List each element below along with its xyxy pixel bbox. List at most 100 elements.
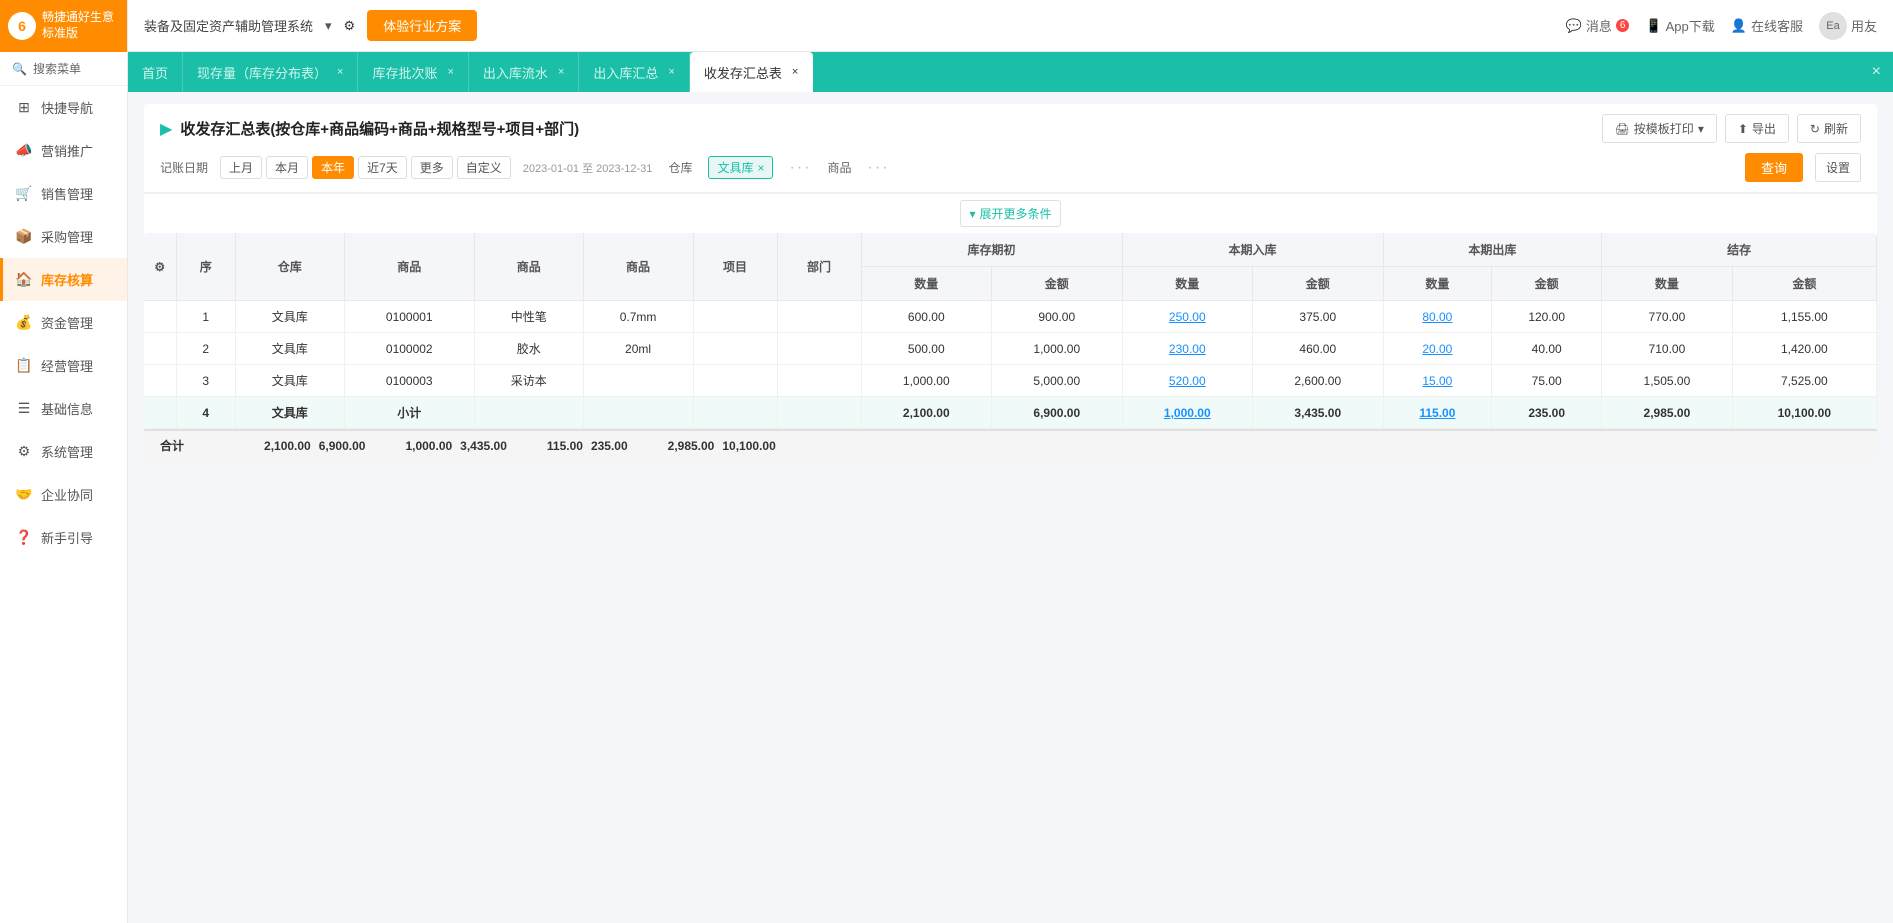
date-btn-more[interactable]: 更多: [411, 156, 453, 179]
row3-out-qty[interactable]: 15.00: [1383, 365, 1492, 397]
row1-in-qty[interactable]: 250.00: [1122, 301, 1253, 333]
row3-in-qty-link[interactable]: 520.00: [1169, 374, 1206, 388]
sidebar-item-marketing[interactable]: 📣 营销推广: [0, 129, 127, 172]
col-product-code: 商品: [344, 233, 475, 301]
sidebar-item-operations[interactable]: 📋 经营管理: [0, 344, 127, 387]
product-dots[interactable]: ···: [867, 159, 889, 177]
expand-conditions-btn[interactable]: ▾ 展开更多条件: [960, 200, 1060, 227]
search-menu[interactable]: 🔍 搜索菜单: [0, 52, 127, 86]
tab-inventory-dist[interactable]: 现存量（库存分布表） ×: [183, 52, 358, 92]
row2-in-qty[interactable]: 230.00: [1122, 333, 1253, 365]
row3-warehouse: 文具库: [235, 365, 344, 397]
print-btn[interactable]: 🖨 按模板打印 ▾: [1602, 114, 1717, 143]
sub-in-qty-link[interactable]: 1,000.00: [1164, 406, 1211, 420]
system-dropdown[interactable]: ▾: [325, 18, 332, 34]
sidebar-item-quick-nav[interactable]: ⊞ 快捷导航: [0, 86, 127, 129]
sidebar-item-basic[interactable]: ☰ 基础信息: [0, 387, 127, 430]
date-btn-cur-year[interactable]: 本年: [312, 156, 354, 179]
sidebar-item-enterprise[interactable]: 🤝 企业协同: [0, 473, 127, 516]
sub-in-qty[interactable]: 1,000.00: [1122, 397, 1253, 429]
sub-label: 小计: [344, 397, 475, 429]
row1-settings: [144, 301, 176, 333]
col-out-qty: 数量: [1383, 267, 1492, 301]
topbar: 装备及固定资产辅助管理系统 ▾ ⚙ 体验行业方案 💬 消息 6 📱 App下载 …: [128, 0, 1893, 52]
row2-in-amt: 460.00: [1253, 333, 1384, 365]
col-no: 序: [176, 233, 235, 301]
refresh-btn[interactable]: ↻ 刷新: [1797, 114, 1861, 143]
operations-icon: 📋: [15, 357, 33, 374]
tab-batch-ledger[interactable]: 库存批次账 ×: [358, 52, 468, 92]
row3-out-qty-link[interactable]: 15.00: [1422, 374, 1452, 388]
col-group-balance: 结存: [1602, 233, 1877, 267]
sub-empty1: [475, 397, 584, 429]
search-menu-label: 搜索菜单: [33, 60, 81, 77]
message-btn[interactable]: 💬 消息 6: [1566, 16, 1630, 35]
sales-icon: 🛒: [15, 185, 33, 202]
col-group-in: 本期入库: [1122, 233, 1383, 267]
row2-out-amt: 40.00: [1492, 333, 1602, 365]
row1-no: 1: [176, 301, 235, 333]
basic-icon: ☰: [15, 400, 33, 417]
table-row: 3 文具库 0100003 采访本 1,000.00 5,000.00 520.…: [144, 365, 1877, 397]
col-in-amt: 金额: [1253, 267, 1384, 301]
warehouse-dots[interactable]: ···: [789, 159, 811, 177]
trial-btn[interactable]: 体验行业方案: [367, 10, 477, 41]
query-button[interactable]: 查询: [1745, 153, 1803, 182]
row3-settings: [144, 365, 176, 397]
tab-receive-send-summary[interactable]: 收发存汇总表 ×: [690, 52, 813, 92]
date-btn-7days[interactable]: 近7天: [358, 156, 407, 179]
tab-in-out-summary[interactable]: 出入库汇总 ×: [579, 52, 689, 92]
tab-in-out-summary-close[interactable]: ×: [668, 66, 674, 78]
row1-in-qty-link[interactable]: 250.00: [1169, 310, 1206, 324]
tab-receive-send-close[interactable]: ×: [792, 66, 798, 78]
date-btn-custom[interactable]: 自定义: [457, 156, 511, 179]
total-open-qty: 2,100.00: [264, 439, 311, 453]
row2-out-qty[interactable]: 20.00: [1383, 333, 1492, 365]
close-all-tabs[interactable]: ×: [1872, 63, 1893, 81]
sidebar-item-guide[interactable]: ❓ 新手引导: [0, 516, 127, 559]
export-btn[interactable]: ⬆ 导出: [1725, 114, 1789, 143]
tab-home[interactable]: 首页: [128, 52, 183, 92]
col-settings[interactable]: ⚙: [144, 233, 176, 301]
sidebar-item-system[interactable]: ⚙ 系统管理: [0, 430, 127, 473]
collapse-btn[interactable]: ▶: [160, 119, 172, 139]
total-bal-qty: 2,985.00: [668, 439, 715, 453]
row2-open-qty: 500.00: [861, 333, 992, 365]
row1-spec: 0.7mm: [583, 301, 693, 333]
tab-in-out-flow[interactable]: 出入库流水 ×: [469, 52, 579, 92]
print-label: 按模板打印: [1634, 120, 1694, 137]
online-service-btn[interactable]: 👤 在线客服: [1731, 16, 1803, 35]
sub-open-amt: 6,900.00: [992, 397, 1123, 429]
row3-out-amt: 75.00: [1492, 365, 1602, 397]
date-btn-cur-month[interactable]: 本月: [266, 156, 308, 179]
warehouse-tag-close[interactable]: ×: [757, 161, 764, 175]
user-avatar[interactable]: Ea 用友: [1819, 12, 1877, 40]
inventory-icon: 🏠: [15, 271, 33, 288]
settings-button[interactable]: 设置: [1815, 153, 1861, 182]
row2-open-amt: 1,000.00: [992, 333, 1123, 365]
tab-batch-ledger-close[interactable]: ×: [447, 66, 453, 78]
tab-in-out-flow-close[interactable]: ×: [558, 66, 564, 78]
row1-out-qty-link[interactable]: 80.00: [1422, 310, 1452, 324]
sidebar-item-purchase[interactable]: 📦 采购管理: [0, 215, 127, 258]
row3-in-qty[interactable]: 520.00: [1122, 365, 1253, 397]
row2-out-qty-link[interactable]: 20.00: [1422, 342, 1452, 356]
sidebar-item-sales-label: 销售管理: [41, 184, 93, 203]
sub-out-qty-link[interactable]: 115.00: [1419, 406, 1455, 420]
row2-name: 胶水: [475, 333, 584, 365]
row2-no: 2: [176, 333, 235, 365]
data-table-wrapper: ⚙ 序 仓库 商品 商品 商品 项目 部门 库存期初 本期入库 本期出库 结存: [144, 233, 1877, 429]
row1-name: 中性笔: [475, 301, 584, 333]
tab-inventory-dist-close[interactable]: ×: [337, 66, 343, 78]
date-btn-prev-month[interactable]: 上月: [220, 156, 262, 179]
app-download-btn[interactable]: 📱 App下载: [1645, 16, 1714, 35]
logo-icon: 6: [8, 12, 36, 40]
sidebar-item-sales[interactable]: 🛒 销售管理: [0, 172, 127, 215]
sidebar-item-finance[interactable]: 💰 资金管理: [0, 301, 127, 344]
sidebar-item-inventory[interactable]: 🏠 库存核算: [0, 258, 127, 301]
row1-out-qty[interactable]: 80.00: [1383, 301, 1492, 333]
settings-icon[interactable]: ⚙: [344, 18, 356, 34]
sub-out-qty[interactable]: 115.00: [1383, 397, 1492, 429]
data-table: ⚙ 序 仓库 商品 商品 商品 项目 部门 库存期初 本期入库 本期出库 结存: [144, 233, 1877, 429]
row2-in-qty-link[interactable]: 230.00: [1169, 342, 1206, 356]
